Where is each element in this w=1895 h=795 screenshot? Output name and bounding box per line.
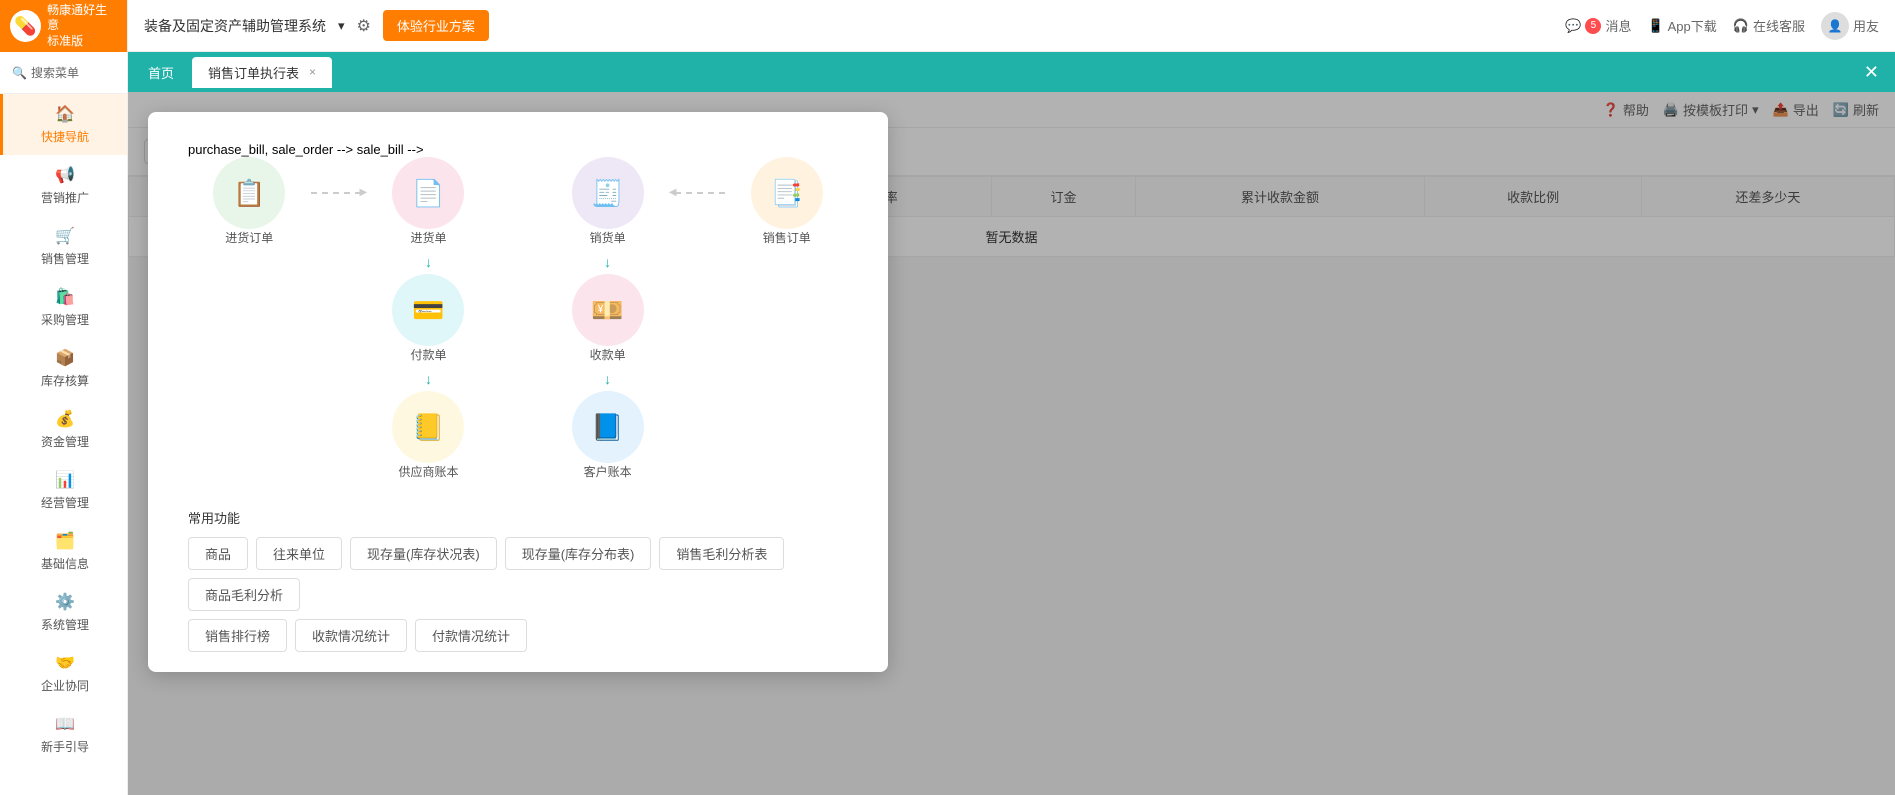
sidebar-item-guide[interactable]: 📖 新手引导 bbox=[0, 704, 127, 765]
service-icon: 🎧 bbox=[1733, 18, 1749, 34]
user-avatar: 👤 bbox=[1821, 12, 1849, 40]
purchase-order-node[interactable]: 📋 bbox=[213, 157, 285, 229]
finance-icon: 💰 bbox=[55, 409, 75, 429]
sidebar-item-inventory[interactable]: 📦 库存核算 bbox=[0, 338, 127, 399]
flow-modal-overlay: purchase_bill, sale_order --> sale_bill … bbox=[128, 92, 1895, 795]
basic-icon: 🗂️ bbox=[55, 531, 75, 551]
sale-bill-label: 销货单 bbox=[590, 229, 626, 246]
quick-btn-sales-rank[interactable]: 销售排行榜 bbox=[188, 619, 287, 652]
search-menu-button[interactable]: 🔍 搜索菜单 bbox=[8, 60, 119, 85]
topbar: 装备及固定资产辅助管理系统 ▾ ⚙ 体验行业方案 💬 5 消息 📱 App下载 … bbox=[128, 0, 1895, 52]
sidebar-item-basic[interactable]: 🗂️ 基础信息 bbox=[0, 521, 127, 582]
supplier-ledger-node[interactable]: 📒 bbox=[392, 391, 464, 463]
quick-btn-stock-status[interactable]: 现存量(库存状况表) bbox=[350, 537, 497, 570]
quick-functions-section: 常用功能 商品 往来单位 现存量(库存状况表) 现存量(库存分布表) 销售毛利分… bbox=[148, 508, 888, 672]
sales-icon: 🛒 bbox=[55, 226, 75, 246]
payment-in-node[interactable]: 💴 bbox=[572, 274, 644, 346]
quick-btn-product[interactable]: 商品 bbox=[188, 537, 248, 570]
logo-text: 畅康通好生意 标准版 bbox=[47, 3, 117, 50]
guide-icon: 📖 bbox=[55, 714, 75, 734]
topbar-right: 💬 5 消息 📱 App下载 🎧 在线客服 👤 用友 bbox=[1565, 12, 1879, 40]
quick-btn-stock-dist[interactable]: 现存量(库存分布表) bbox=[505, 537, 652, 570]
payment-in-label: 收款单 bbox=[590, 346, 626, 363]
online-service-button[interactable]: 🎧 在线客服 bbox=[1733, 16, 1805, 35]
customer-ledger-node[interactable]: 📘 bbox=[572, 391, 644, 463]
tab-sales-order[interactable]: 销售订单执行表 × bbox=[192, 57, 332, 88]
quick-buttons-row1: 商品 往来单位 现存量(库存状况表) 现存量(库存分布表) 销售毛利分析表 商品… bbox=[188, 537, 848, 611]
experience-button[interactable]: 体验行业方案 bbox=[383, 10, 489, 41]
purchase-bill-node[interactable]: 📄 bbox=[392, 157, 464, 229]
title-dropdown[interactable]: ▾ bbox=[338, 18, 345, 34]
tab-close-icon[interactable]: × bbox=[309, 65, 316, 79]
sidebar-item-operations[interactable]: 📊 经营管理 bbox=[0, 460, 127, 521]
sale-order-node[interactable]: 📑 bbox=[751, 157, 823, 229]
sidebar-item-system[interactable]: ⚙️ 系统管理 bbox=[0, 582, 127, 643]
sidebar-item-finance[interactable]: 💰 资金管理 bbox=[0, 399, 127, 460]
sidebar-nav: 🏠 快捷导航 📢 营销推广 🛒 销售管理 🛍️ 采购管理 📦 库存核算 💰 bbox=[0, 94, 127, 795]
app-logo: 💊 畅康通好生意 标准版 bbox=[0, 0, 127, 52]
payment-out-node[interactable]: 💳 bbox=[392, 274, 464, 346]
tab-bar: 首页 销售订单执行表 × ✕ bbox=[128, 52, 1895, 92]
quick-btn-product-profit[interactable]: 商品毛利分析 bbox=[188, 578, 300, 611]
flow-modal: purchase_bill, sale_order --> sale_bill … bbox=[148, 112, 888, 672]
logo-icon: 💊 bbox=[10, 10, 41, 42]
purchase-icon: 🛍️ bbox=[55, 287, 75, 307]
tab-bar-close-icon[interactable]: ✕ bbox=[1852, 62, 1891, 83]
sidebar-item-marketing[interactable]: 📢 营销推广 bbox=[0, 155, 127, 216]
tab-home[interactable]: 首页 bbox=[132, 57, 190, 88]
sidebar-item-quick[interactable]: 🏠 快捷导航 bbox=[0, 94, 127, 155]
sidebar-item-purchase[interactable]: 🛍️ 采购管理 bbox=[0, 277, 127, 338]
app-title: 装备及固定资产辅助管理系统 bbox=[144, 16, 326, 36]
supplier-ledger-label: 供应商账本 bbox=[398, 463, 458, 480]
sidebar: 💊 畅康通好生意 标准版 🔍 搜索菜单 🏠 快捷导航 📢 营销推广 🛒 bbox=[0, 0, 128, 795]
quick-btn-counterparty[interactable]: 往来单位 bbox=[256, 537, 342, 570]
settings-icon[interactable]: ⚙ bbox=[357, 16, 371, 36]
message-button[interactable]: 💬 5 消息 bbox=[1565, 16, 1631, 35]
sale-bill-node[interactable]: 🧾 bbox=[572, 157, 644, 229]
quick-btn-receipt-stats[interactable]: 收款情况统计 bbox=[295, 619, 407, 652]
quick-functions-title: 常用功能 bbox=[188, 508, 848, 527]
customer-ledger-label: 客户账本 bbox=[584, 463, 632, 480]
dropdown-icon: ▾ bbox=[338, 18, 345, 34]
user-menu[interactable]: 👤 用友 bbox=[1821, 12, 1879, 40]
main-content: 装备及固定资产辅助管理系统 ▾ ⚙ 体验行业方案 💬 5 消息 📱 App下载 … bbox=[128, 0, 1895, 795]
purchase-bill-label: 进货单 bbox=[410, 229, 446, 246]
download-icon: 📱 bbox=[1647, 18, 1663, 34]
quick-btn-sales-profit[interactable]: 销售毛利分析表 bbox=[659, 537, 784, 570]
search-icon: 🔍 bbox=[12, 66, 27, 80]
sale-order-label: 销售订单 bbox=[763, 229, 811, 246]
collab-icon: 🤝 bbox=[55, 653, 75, 673]
quick-buttons-row2: 销售排行榜 收款情况统计 付款情况统计 bbox=[188, 619, 848, 652]
page-content: ❓ 帮助 🖨️ 按模板打印 ▾ 📤 导出 🔄 刷新 bbox=[128, 92, 1895, 795]
flow-diagram: purchase_bill, sale_order --> sale_bill … bbox=[148, 112, 888, 508]
marketing-icon: 📢 bbox=[55, 165, 75, 185]
purchase-order-label: 进货订单 bbox=[225, 229, 273, 246]
payment-out-label: 付款单 bbox=[410, 346, 446, 363]
operations-icon: 📊 bbox=[55, 470, 75, 490]
sidebar-item-collab[interactable]: 🤝 企业协同 bbox=[0, 643, 127, 704]
sidebar-search[interactable]: 🔍 搜索菜单 bbox=[0, 52, 127, 94]
inventory-icon: 📦 bbox=[55, 348, 75, 368]
sidebar-item-sales[interactable]: 🛒 销售管理 bbox=[0, 216, 127, 277]
home-icon: 🏠 bbox=[55, 104, 75, 124]
system-icon: ⚙️ bbox=[55, 592, 75, 612]
message-badge: 5 bbox=[1585, 18, 1601, 34]
message-icon: 💬 bbox=[1565, 18, 1581, 34]
app-download-button[interactable]: 📱 App下载 bbox=[1647, 16, 1716, 35]
quick-btn-payment-stats[interactable]: 付款情况统计 bbox=[415, 619, 527, 652]
